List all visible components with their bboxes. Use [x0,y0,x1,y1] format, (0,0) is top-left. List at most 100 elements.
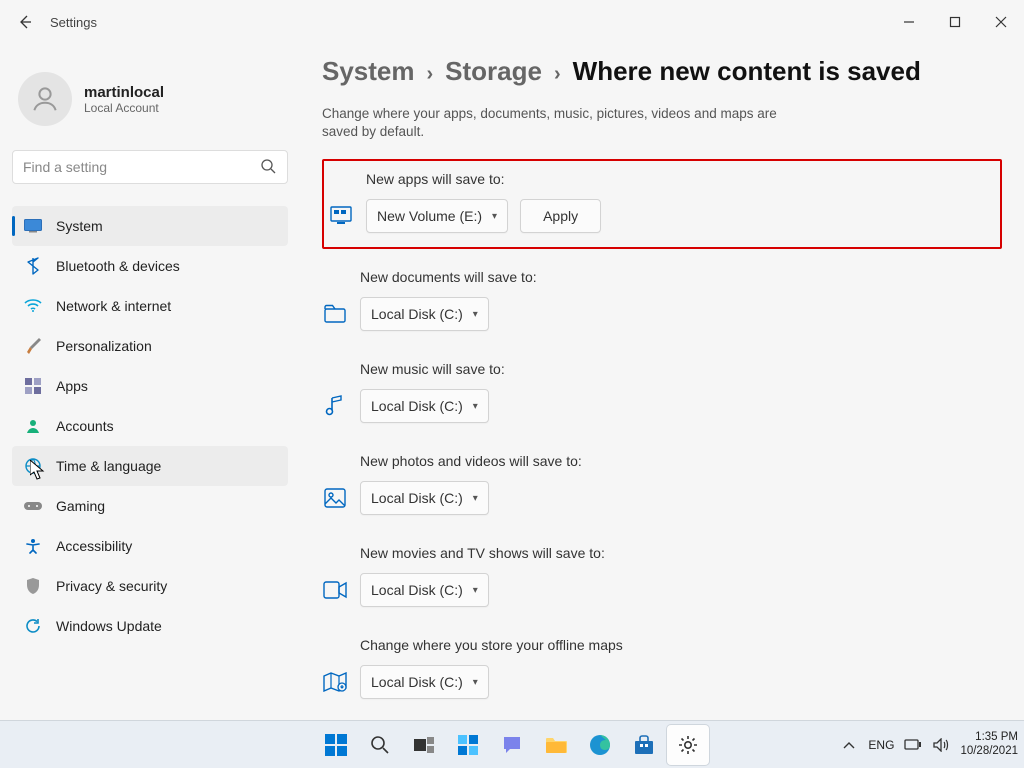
minimize-button[interactable] [886,0,932,44]
dropdown-value: Local Disk (C:) [371,306,463,322]
brush-icon [24,337,42,355]
breadcrumb-storage[interactable]: Storage [445,56,542,87]
file-explorer-button[interactable] [535,725,577,765]
sidebar-item-personalization[interactable]: Personalization [12,326,288,366]
documents-icon [322,301,348,327]
folder-icon [545,736,567,754]
dropdown-value: New Volume (E:) [377,208,482,224]
apps-location-dropdown[interactable]: New Volume (E:) ▾ [366,199,508,233]
settings-taskbar-button[interactable] [667,725,709,765]
sidebar-item-label: Accessibility [56,538,132,554]
window-title: Settings [50,15,97,30]
taskbar-search-button[interactable] [359,725,401,765]
globe-icon [24,458,42,474]
taskbar: ENG 1:35 PM 10/28/2021 [0,720,1024,768]
update-icon [24,618,42,634]
system-icon [24,219,42,233]
section-music: New music will save to: Local Disk (C:) … [322,347,1002,439]
minimize-icon [903,16,915,28]
avatar [18,72,72,126]
section-label: New documents will save to: [360,269,1002,285]
accounts-icon [24,418,42,434]
sidebar-item-privacy[interactable]: Privacy & security [12,566,288,606]
dropdown-value: Local Disk (C:) [371,582,463,598]
music-location-dropdown[interactable]: Local Disk (C:) ▾ [360,389,489,423]
store-icon [634,735,654,755]
sidebar-item-label: Accounts [56,418,114,434]
edge-button[interactable] [579,725,621,765]
main-content: System › Storage › Where new content is … [300,44,1024,720]
section-movies-tv: New movies and TV shows will save to: Lo… [322,531,1002,623]
wifi-icon [24,299,42,313]
bluetooth-icon [24,257,42,275]
chevron-down-icon: ▾ [473,493,478,504]
video-icon [322,577,348,603]
sidebar-item-label: Personalization [56,338,152,354]
page-subtitle: Change where your apps, documents, music… [322,105,802,141]
chevron-down-icon: ▾ [473,585,478,596]
close-button[interactable] [978,0,1024,44]
back-button[interactable] [8,5,42,39]
sidebar-item-update[interactable]: Windows Update [12,606,288,646]
maximize-icon [949,16,961,28]
dropdown-value: Local Disk (C:) [371,674,463,690]
breadcrumb-system[interactable]: System [322,56,415,87]
arrow-left-icon [17,14,33,30]
chat-icon [502,735,522,755]
maximize-button[interactable] [932,0,978,44]
task-view-button[interactable] [403,725,445,765]
section-documents: New documents will save to: Local Disk (… [322,255,1002,347]
shield-icon [24,578,42,594]
sidebar-item-accounts[interactable]: Accounts [12,406,288,446]
account-row[interactable]: martinlocal Local Account [12,44,288,150]
sidebar-item-label: Apps [56,378,88,394]
search-input[interactable] [12,150,288,184]
sidebar-item-gaming[interactable]: Gaming [12,486,288,526]
music-icon [322,393,348,419]
language-indicator[interactable]: ENG [868,738,894,752]
sidebar-item-accessibility[interactable]: Accessibility [12,526,288,566]
taskbar-time: 1:35 PM [960,731,1018,745]
network-tray-icon[interactable] [904,736,922,754]
apps-save-icon [328,203,354,229]
sidebar-item-apps[interactable]: Apps [12,366,288,406]
apply-button[interactable]: Apply [520,199,601,233]
sidebar-item-network[interactable]: Network & internet [12,286,288,326]
gear-icon [678,735,698,755]
maps-location-dropdown[interactable]: Local Disk (C:) ▾ [360,665,489,699]
section-label: New movies and TV shows will save to: [360,545,1002,561]
account-name: martinlocal [84,84,164,101]
accessibility-icon [24,538,42,554]
section-photos-videos: New photos and videos will save to: Loca… [322,439,1002,531]
taskbar-date: 10/28/2021 [960,745,1018,759]
tray-chevron-up-icon[interactable] [840,736,858,754]
chat-button[interactable] [491,725,533,765]
start-button[interactable] [315,725,357,765]
sidebar-item-label: Windows Update [56,618,162,634]
volume-tray-icon[interactable] [932,736,950,754]
sidebar-item-time-language[interactable]: Time & language [12,446,288,486]
account-type: Local Account [84,101,164,115]
maps-icon [322,669,348,695]
documents-location-dropdown[interactable]: Local Disk (C:) ▾ [360,297,489,331]
widgets-button[interactable] [447,725,489,765]
chevron-down-icon: ▾ [473,401,478,412]
sidebar-item-label: Network & internet [56,298,171,314]
person-icon [30,84,60,114]
sidebar-item-label: Gaming [56,498,105,514]
nav: System Bluetooth & devices Network & int… [12,206,288,646]
search-icon [370,735,390,755]
movies-location-dropdown[interactable]: Local Disk (C:) ▾ [360,573,489,607]
search-icon [260,158,276,174]
task-view-icon [414,737,434,753]
apps-icon [24,378,42,394]
chevron-down-icon: ▾ [492,211,497,222]
sidebar-item-system[interactable]: System [12,206,288,246]
section-offline-maps: Change where you store your offline maps… [322,623,1002,715]
store-button[interactable] [623,725,665,765]
taskbar-clock[interactable]: 1:35 PM 10/28/2021 [960,731,1018,759]
gaming-icon [24,500,42,512]
photos-location-dropdown[interactable]: Local Disk (C:) ▾ [360,481,489,515]
sidebar-item-bluetooth[interactable]: Bluetooth & devices [12,246,288,286]
page-title: Where new content is saved [573,56,921,87]
